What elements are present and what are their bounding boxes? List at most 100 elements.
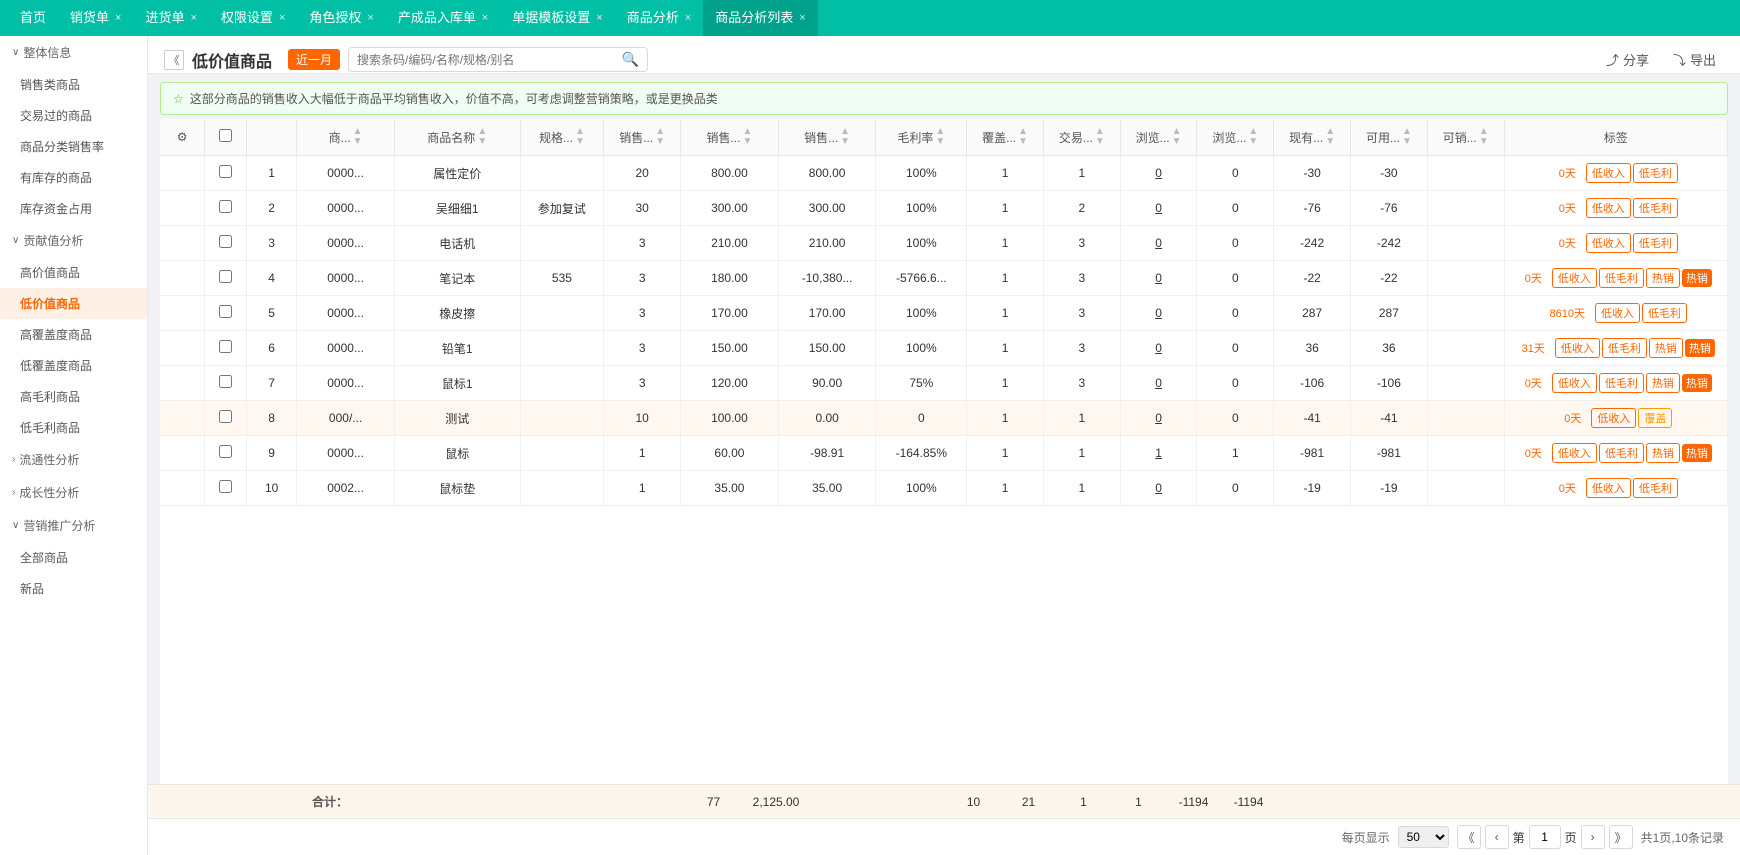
page-size-select[interactable]: 50 100: [1398, 826, 1449, 848]
row-sellable: [1427, 226, 1504, 261]
nav-close-icon[interactable]: ×: [190, 0, 196, 36]
row-checkbox-cell[interactable]: [205, 226, 247, 261]
select-all-checkbox[interactable]: [219, 129, 232, 142]
sidebar-item-low-value[interactable]: 低价值商品: [0, 288, 147, 319]
row-view1[interactable]: 0: [1120, 156, 1197, 191]
nav-sales-order[interactable]: 销货单 ×: [58, 0, 133, 36]
last-page-button[interactable]: 》: [1609, 825, 1633, 849]
nav-close-icon[interactable]: ×: [279, 0, 285, 36]
row-view1[interactable]: 0: [1120, 401, 1197, 436]
sidebar-collapse-button[interactable]: 《: [164, 50, 184, 70]
sidebar-item-stock-capital[interactable]: 库存资金占用: [0, 193, 147, 224]
nav-close-icon[interactable]: ×: [596, 0, 602, 36]
sidebar-item-new-goods[interactable]: 新品: [0, 573, 147, 604]
row-code: 0000...: [297, 366, 395, 401]
row-view1[interactable]: 0: [1120, 226, 1197, 261]
row-view1[interactable]: 0: [1120, 261, 1197, 296]
col-header-check[interactable]: [205, 119, 247, 156]
sidebar-item-high-value[interactable]: 高价值商品: [0, 257, 147, 288]
col-header-view1[interactable]: 浏览...▲▼: [1120, 119, 1197, 156]
sidebar-group-marketing[interactable]: ∨ 营销推广分析: [0, 509, 147, 542]
sidebar-item-category-sales[interactable]: 商品分类销售率: [0, 131, 147, 162]
row-checkbox[interactable]: [219, 445, 232, 458]
sidebar-item-low-margin[interactable]: 低毛利商品: [0, 412, 147, 443]
row-checkbox-cell[interactable]: [205, 471, 247, 506]
row-checkbox[interactable]: [219, 200, 232, 213]
row-checkbox[interactable]: [219, 480, 232, 493]
nav-permission[interactable]: 权限设置 ×: [209, 0, 297, 36]
nav-product-analysis[interactable]: 商品分析 ×: [615, 0, 703, 36]
nav-purchase-order[interactable]: 进货单 ×: [133, 0, 208, 36]
sidebar-item-traded-goods[interactable]: 交易过的商品: [0, 100, 147, 131]
col-header-cover[interactable]: 覆盖...▲▼: [967, 119, 1044, 156]
row-gear: [160, 296, 205, 331]
col-header-gear[interactable]: ⚙: [160, 119, 205, 156]
row-checkbox-cell[interactable]: [205, 261, 247, 296]
row-view1[interactable]: 0: [1120, 296, 1197, 331]
row-view1[interactable]: 0: [1120, 366, 1197, 401]
row-checkbox-cell[interactable]: [205, 296, 247, 331]
data-table-container[interactable]: ⚙ 商...▲▼ 商品名称▲▼ 规格...▲▼ 销售...▲▼ 销售...▲▼ …: [160, 119, 1728, 784]
row-checkbox[interactable]: [219, 165, 232, 178]
share-button[interactable]: ⤴ 分享: [1598, 46, 1657, 73]
nav-close-icon[interactable]: ×: [799, 0, 805, 36]
search-input[interactable]: [357, 53, 618, 67]
col-header-margin[interactable]: 毛利率▲▼: [876, 119, 967, 156]
row-checkbox-cell[interactable]: [205, 401, 247, 436]
sidebar-item-all-goods[interactable]: 全部商品: [0, 542, 147, 573]
col-header-name[interactable]: 商品名称▲▼: [394, 119, 520, 156]
sidebar-item-low-coverage[interactable]: 低覆盖度商品: [0, 350, 147, 381]
sidebar-group-overall[interactable]: ∨ 整体信息: [0, 36, 147, 69]
col-header-sale-sum[interactable]: 销售...▲▼: [778, 119, 876, 156]
nav-home[interactable]: 首页: [8, 0, 58, 36]
first-page-button[interactable]: 《: [1457, 825, 1481, 849]
row-view1[interactable]: 0: [1120, 331, 1197, 366]
sidebar-item-high-margin[interactable]: 高毛利商品: [0, 381, 147, 412]
col-header-sale-qty[interactable]: 销售...▲▼: [604, 119, 681, 156]
next-page-button[interactable]: ›: [1581, 825, 1605, 849]
row-checkbox[interactable]: [219, 235, 232, 248]
page-input[interactable]: [1529, 825, 1561, 849]
sidebar-group-growth[interactable]: › 成长性分析: [0, 476, 147, 509]
nav-product-warehouse[interactable]: 产成品入库单 ×: [386, 0, 500, 36]
row-checkbox[interactable]: [219, 305, 232, 318]
row-checkbox-cell[interactable]: [205, 436, 247, 471]
nav-close-icon[interactable]: ×: [482, 0, 488, 36]
row-view1[interactable]: 0: [1120, 191, 1197, 226]
search-icon[interactable]: 🔍: [622, 51, 639, 68]
row-view1[interactable]: 1: [1120, 436, 1197, 471]
row-checkbox-cell[interactable]: [205, 331, 247, 366]
sidebar-item-sales-goods[interactable]: 销售类商品: [0, 69, 147, 100]
col-header-view2[interactable]: 浏览...▲▼: [1197, 119, 1274, 156]
row-checkbox[interactable]: [219, 410, 232, 423]
prev-page-button[interactable]: ‹: [1485, 825, 1509, 849]
row-view1[interactable]: 0: [1120, 471, 1197, 506]
row-checkbox[interactable]: [219, 340, 232, 353]
row-margin: 100%: [876, 191, 967, 226]
nav-close-icon[interactable]: ×: [115, 0, 121, 36]
row-checkbox[interactable]: [219, 375, 232, 388]
nav-close-icon[interactable]: ×: [685, 0, 691, 36]
summary-sale-qty: 77: [686, 795, 741, 809]
row-checkbox-cell[interactable]: [205, 191, 247, 226]
nav-close-icon[interactable]: ×: [367, 0, 373, 36]
sidebar-item-high-coverage[interactable]: 高覆盖度商品: [0, 319, 147, 350]
nav-template-settings[interactable]: 单据模板设置 ×: [500, 0, 614, 36]
col-header-sale-price[interactable]: 销售...▲▼: [681, 119, 779, 156]
sidebar-item-stock-goods[interactable]: 有库存的商品: [0, 162, 147, 193]
sidebar-group-liquidity[interactable]: › 流通性分析: [0, 443, 147, 476]
row-checkbox-cell[interactable]: [205, 366, 247, 401]
nav-product-analysis-list[interactable]: 商品分析列表 ×: [703, 0, 817, 36]
col-header-spec[interactable]: 规格...▲▼: [520, 119, 604, 156]
col-header-stock[interactable]: 现有...▲▼: [1274, 119, 1351, 156]
export-button[interactable]: ⤵ 导出: [1665, 46, 1724, 73]
row-checkbox-cell[interactable]: [205, 156, 247, 191]
sidebar-group-contribution[interactable]: ∨ 贡献值分析: [0, 224, 147, 257]
col-header-sellable[interactable]: 可销...▲▼: [1427, 119, 1504, 156]
col-header-trade[interactable]: 交易...▲▼: [1043, 119, 1120, 156]
period-button[interactable]: 近一月: [288, 49, 340, 70]
row-checkbox[interactable]: [219, 270, 232, 283]
nav-role-auth[interactable]: 角色授权 ×: [297, 0, 385, 36]
col-header-avail[interactable]: 可用...▲▼: [1351, 119, 1428, 156]
col-header-code[interactable]: 商...▲▼: [297, 119, 395, 156]
